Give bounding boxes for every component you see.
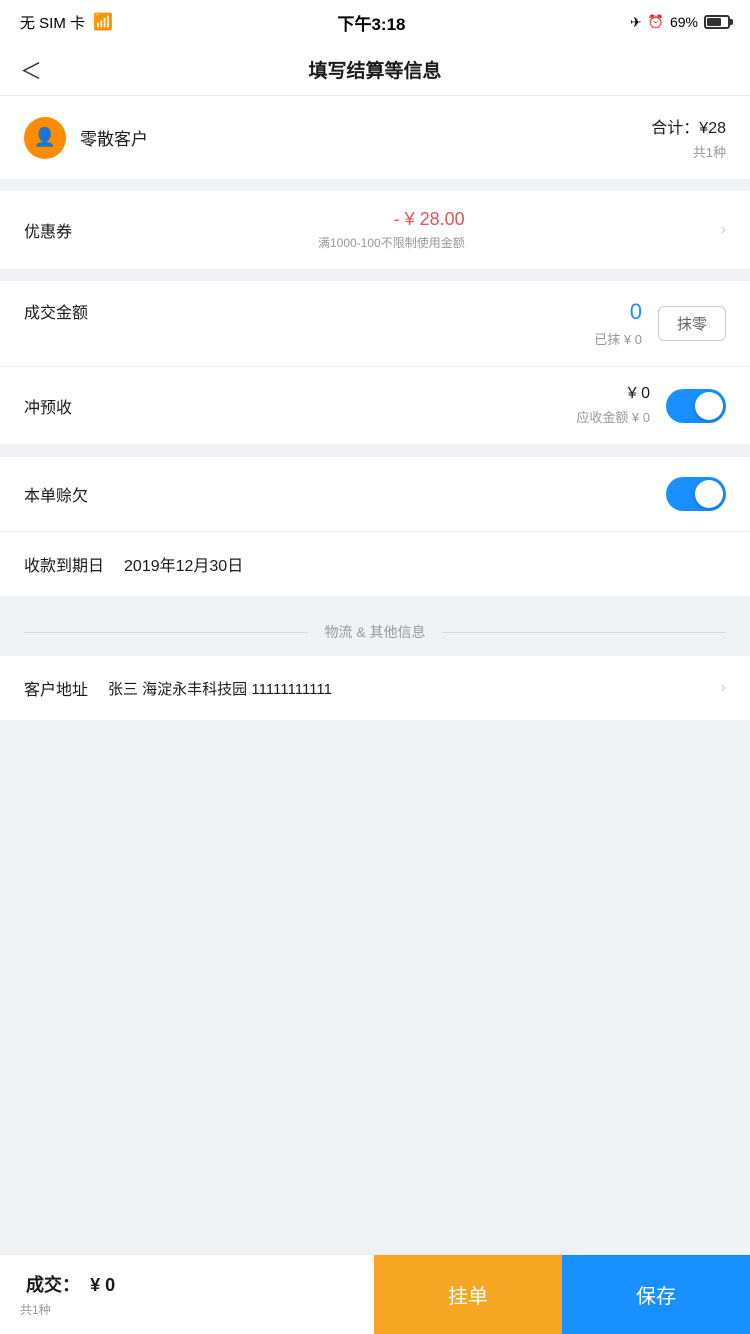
- prepay-value: ¥ 0: [576, 385, 650, 403]
- coupon-label: 优惠券: [24, 218, 72, 242]
- prepay-label: 冲预收: [24, 394, 72, 418]
- back-button[interactable]: ＜: [20, 54, 42, 86]
- round-button[interactable]: 抹零: [658, 306, 726, 341]
- prepay-sub: 应收金额 ¥ 0: [576, 407, 650, 426]
- coupon-section: 优惠券 - ¥ 28.00 满1000-100不限制使用金额 ›: [0, 191, 750, 269]
- deal-amount-sub: 已抹 ¥ 0: [594, 329, 642, 348]
- prepay-right: ¥ 0 应收金额 ¥ 0: [576, 385, 726, 426]
- save-button[interactable]: 保存: [562, 1255, 750, 1334]
- location-icon: ✈: [630, 14, 642, 31]
- page-title: 填写结算等信息: [308, 56, 441, 83]
- deal-amount-col: 0 已抹 ¥ 0: [594, 299, 642, 348]
- content-area: 👤 零散客户 合计：¥28 共1种 优惠券 - ¥ 28.00 满1000-10…: [0, 96, 750, 822]
- logistics-title: 物流 & 其他信息: [308, 622, 441, 642]
- battery-icon: [704, 15, 730, 29]
- address-row[interactable]: 客户地址 张三 海淀永丰科技园 11111111111 ›: [0, 656, 750, 720]
- customer-left: 👤 零散客户: [24, 117, 148, 159]
- debt-section: 本单赊欠 收款到期日 2019年12月30日: [0, 457, 750, 596]
- deal-section: 成交金额 0 已抹 ¥ 0 抹零 冲预收 ¥ 0 应收金额 ¥ 0: [0, 281, 750, 445]
- coupon-value: - ¥ 28.00: [318, 209, 465, 230]
- bottom-count: 共1种: [20, 1301, 354, 1318]
- bottom-deal-text: 成交：: [26, 1275, 80, 1295]
- customer-section: 👤 零散客户 合计：¥28 共1种: [0, 96, 750, 179]
- coupon-chevron-icon: ›: [721, 221, 726, 239]
- alarm-icon: ⏰: [648, 14, 664, 30]
- deal-amount-label: 成交金额: [24, 299, 88, 323]
- bottom-deal-label: 成交： ¥ 0: [20, 1271, 354, 1297]
- due-date-value: 2019年12月30日: [124, 552, 243, 576]
- no-sim-text: 无 SIM 卡: [20, 12, 85, 33]
- debt-row: 本单赊欠: [0, 457, 750, 531]
- debt-toggle[interactable]: [666, 477, 726, 511]
- bottom-info: 成交： ¥ 0 共1种: [0, 1255, 374, 1334]
- wifi-icon: 📶: [93, 12, 113, 32]
- logistics-header: 物流 & 其他信息: [0, 608, 750, 656]
- deal-amount-row: 成交金额 0 已抹 ¥ 0 抹零: [0, 281, 750, 367]
- due-date-label: 收款到期日: [24, 552, 104, 576]
- avatar-icon: 👤: [34, 127, 56, 148]
- toggle-knob: [695, 392, 723, 420]
- status-right: ✈ ⏰ 69%: [630, 14, 730, 31]
- prepay-toggle[interactable]: [666, 389, 726, 423]
- prepay-row: 冲预收 ¥ 0 应收金额 ¥ 0: [0, 367, 750, 445]
- due-date-row: 收款到期日 2019年12月30日: [0, 531, 750, 596]
- deal-amount-right: 0 已抹 ¥ 0 抹零: [594, 299, 726, 348]
- status-time: 下午3:18: [337, 10, 405, 35]
- status-left: 无 SIM 卡 📶: [20, 12, 113, 33]
- debt-toggle-knob: [695, 480, 723, 508]
- battery-percent: 69%: [670, 14, 698, 30]
- bottom-deal-value: ¥ 0: [90, 1275, 115, 1295]
- customer-total: 合计：¥28: [651, 114, 726, 138]
- customer-avatar: 👤: [24, 117, 66, 159]
- hang-button[interactable]: 挂单: [374, 1255, 562, 1334]
- address-label: 客户地址: [24, 676, 88, 700]
- address-chevron-icon: ›: [721, 679, 726, 697]
- customer-right: 合计：¥28 共1种: [651, 114, 726, 161]
- prepay-value-col: ¥ 0 应收金额 ¥ 0: [576, 385, 650, 426]
- address-value: 张三 海淀永丰科技园 11111111111: [108, 678, 711, 699]
- customer-name: 零散客户: [80, 125, 148, 150]
- debt-label: 本单赊欠: [24, 482, 88, 506]
- address-section: 客户地址 张三 海淀永丰科技园 11111111111 ›: [0, 656, 750, 720]
- nav-bar: ＜ 填写结算等信息: [0, 44, 750, 96]
- coupon-desc: 满1000-100不限制使用金额: [318, 234, 465, 251]
- coupon-row[interactable]: 优惠券 - ¥ 28.00 满1000-100不限制使用金额 ›: [0, 191, 750, 269]
- status-bar: 无 SIM 卡 📶 下午3:18 ✈ ⏰ 69%: [0, 0, 750, 44]
- bottom-bar: 成交： ¥ 0 共1种 挂单 保存: [0, 1254, 750, 1334]
- coupon-right: - ¥ 28.00 满1000-100不限制使用金额: [318, 209, 465, 251]
- deal-amount-value: 0: [594, 299, 642, 325]
- customer-count: 共1种: [651, 142, 726, 161]
